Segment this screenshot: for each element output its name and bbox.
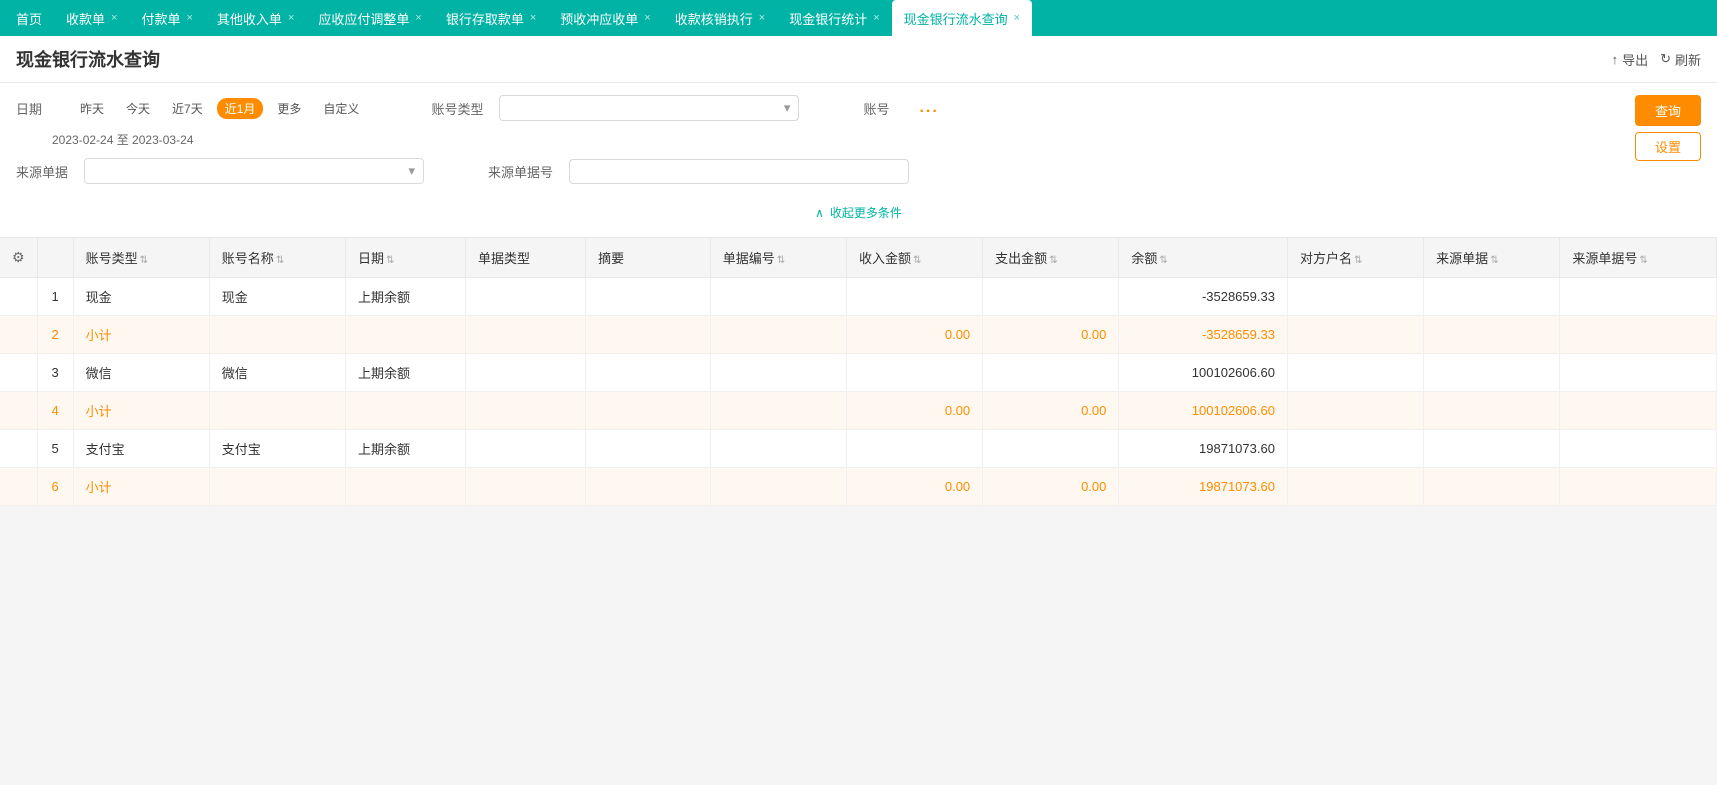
- sort-icon: ⇅: [777, 255, 785, 266]
- close-icon[interactable]: ×: [644, 12, 650, 24]
- table-row: 6小计0.000.0019871073.60: [0, 468, 1717, 506]
- collapse-label: 收起更多条件: [830, 204, 902, 221]
- date-opt-7days[interactable]: 近7天: [164, 98, 211, 119]
- table-row: 4小计0.000.00100102606.60: [0, 392, 1717, 430]
- nav-tab-verification[interactable]: 收款核销执行 ×: [663, 0, 777, 36]
- right-buttons: 查询 设置: [1635, 95, 1701, 161]
- close-icon[interactable]: ×: [111, 12, 117, 24]
- settings-icon[interactable]: ⚙: [12, 249, 25, 265]
- date-range-display: 2023-02-24 至 2023-03-24: [52, 133, 193, 147]
- sort-icon: ⇅: [1354, 255, 1362, 266]
- date-opt-today[interactable]: 今天: [118, 98, 158, 119]
- header-actions: ↑ 导出 ↻ 刷新: [1612, 50, 1701, 69]
- nav-tab-prepayment[interactable]: 预收冲应收单 ×: [548, 0, 662, 36]
- nav-tab-bank-stats[interactable]: 现金银行统计 ×: [777, 0, 891, 36]
- source-doc-input[interactable]: ▾: [84, 158, 424, 184]
- refresh-button[interactable]: ↻ 刷新: [1660, 50, 1701, 69]
- date-opt-custom[interactable]: 自定义: [315, 98, 367, 119]
- col-account-name[interactable]: 账号名称⇅: [209, 238, 345, 278]
- close-icon[interactable]: ×: [186, 12, 192, 24]
- chevron-down-icon: ▾: [408, 163, 415, 179]
- col-account-type[interactable]: 账号类型⇅: [73, 238, 209, 278]
- col-counterparty[interactable]: 对方户名⇅: [1287, 238, 1423, 278]
- data-table: ⚙ 账号类型⇅ 账号名称⇅ 日期⇅ 单据类型 摘要 单据编号⇅ 收入金: [0, 238, 1717, 506]
- close-icon[interactable]: ×: [415, 12, 421, 24]
- col-source-doc-no[interactable]: 来源单据号⇅: [1560, 238, 1717, 278]
- page-header: 现金银行流水查询 ↑ 导出 ↻ 刷新: [0, 36, 1717, 83]
- close-icon[interactable]: ×: [759, 12, 765, 24]
- sort-icon: ⇅: [276, 255, 284, 266]
- source-doc-label: 来源单据: [16, 162, 68, 181]
- col-date[interactable]: 日期⇅: [346, 238, 466, 278]
- account-type-input[interactable]: ▾: [499, 95, 799, 121]
- nav-tab-shoukuan[interactable]: 收款单 ×: [54, 0, 129, 36]
- sort-icon: ⇅: [140, 255, 148, 266]
- table-row: 2小计0.000.00-3528659.33: [0, 316, 1717, 354]
- sort-icon: ⇅: [1490, 255, 1498, 266]
- account-label: 账号: [863, 99, 903, 118]
- col-doc-no[interactable]: 单据编号⇅: [710, 238, 846, 278]
- date-opt-more[interactable]: 更多: [269, 98, 309, 119]
- close-icon[interactable]: ×: [530, 12, 536, 24]
- close-icon[interactable]: ×: [1014, 12, 1020, 24]
- sort-icon: ⇅: [1159, 255, 1167, 266]
- col-income[interactable]: 收入金额⇅: [846, 238, 982, 278]
- col-expense[interactable]: 支出金额⇅: [983, 238, 1119, 278]
- source-doc-no-input[interactable]: [569, 159, 909, 184]
- nav-tab-fukuan[interactable]: 付款单 ×: [129, 0, 204, 36]
- table-container: ⚙ 账号类型⇅ 账号名称⇅ 日期⇅ 单据类型 摘要 单据编号⇅ 收入金: [0, 238, 1717, 506]
- col-settings[interactable]: ⚙: [0, 238, 37, 278]
- col-summary: 摘要: [586, 238, 711, 278]
- date-label: 日期: [16, 99, 56, 118]
- sort-icon: ⇅: [1639, 255, 1647, 266]
- collapse-icon: ∧: [815, 206, 824, 220]
- refresh-icon: ↻: [1660, 51, 1671, 67]
- page-title: 现金银行流水查询: [16, 46, 160, 72]
- settings-button[interactable]: 设置: [1635, 132, 1701, 161]
- table-row: 3微信微信上期余额100102606.60: [0, 354, 1717, 392]
- chevron-down-icon: ▾: [784, 100, 791, 116]
- nav-home[interactable]: 首页: [4, 9, 54, 28]
- close-icon[interactable]: ×: [873, 12, 879, 24]
- date-opt-yesterday[interactable]: 昨天: [72, 98, 112, 119]
- col-source-doc[interactable]: 来源单据⇅: [1424, 238, 1560, 278]
- close-icon[interactable]: ×: [288, 12, 294, 24]
- source-doc-no-label: 来源单据号: [488, 162, 553, 181]
- nav-tab-other-income[interactable]: 其他收入单 ×: [205, 0, 306, 36]
- sort-icon: ⇅: [386, 255, 394, 266]
- export-button[interactable]: ↑ 导出: [1612, 50, 1649, 69]
- account-dots-button[interactable]: ...: [919, 99, 938, 117]
- collapse-bar[interactable]: ∧ 收起更多条件: [16, 200, 1701, 225]
- sort-icon: ⇅: [913, 255, 921, 266]
- filter-area: 日期 昨天 今天 近7天 近1月 更多 自定义 账号类型 ▾: [0, 83, 1717, 238]
- sort-icon: ⇅: [1049, 255, 1057, 266]
- table-row: 1现金现金上期余额-3528659.33: [0, 278, 1717, 316]
- nav-tab-flow-query[interactable]: 现金银行流水查询 ×: [892, 0, 1032, 36]
- account-type-label: 账号类型: [431, 99, 483, 118]
- nav-tab-adjustment[interactable]: 应收应付调整单 ×: [306, 0, 433, 36]
- col-doc-type: 单据类型: [466, 238, 586, 278]
- table-row: 5支付宝支付宝上期余额19871073.60: [0, 430, 1717, 468]
- export-icon: ↑: [1612, 52, 1619, 67]
- nav-tab-bank-deposit[interactable]: 银行存取款单 ×: [434, 0, 548, 36]
- table-header-row: ⚙ 账号类型⇅ 账号名称⇅ 日期⇅ 单据类型 摘要 单据编号⇅ 收入金: [0, 238, 1717, 278]
- col-row-num: [37, 238, 73, 278]
- date-opt-1month[interactable]: 近1月: [217, 98, 264, 119]
- top-nav: 首页 收款单 × 付款单 × 其他收入单 × 应收应付调整单 × 银行存取款单 …: [0, 0, 1717, 36]
- col-balance[interactable]: 余额⇅: [1119, 238, 1288, 278]
- date-options: 昨天 今天 近7天 近1月 更多 自定义: [72, 98, 367, 119]
- query-button[interactable]: 查询: [1635, 95, 1701, 126]
